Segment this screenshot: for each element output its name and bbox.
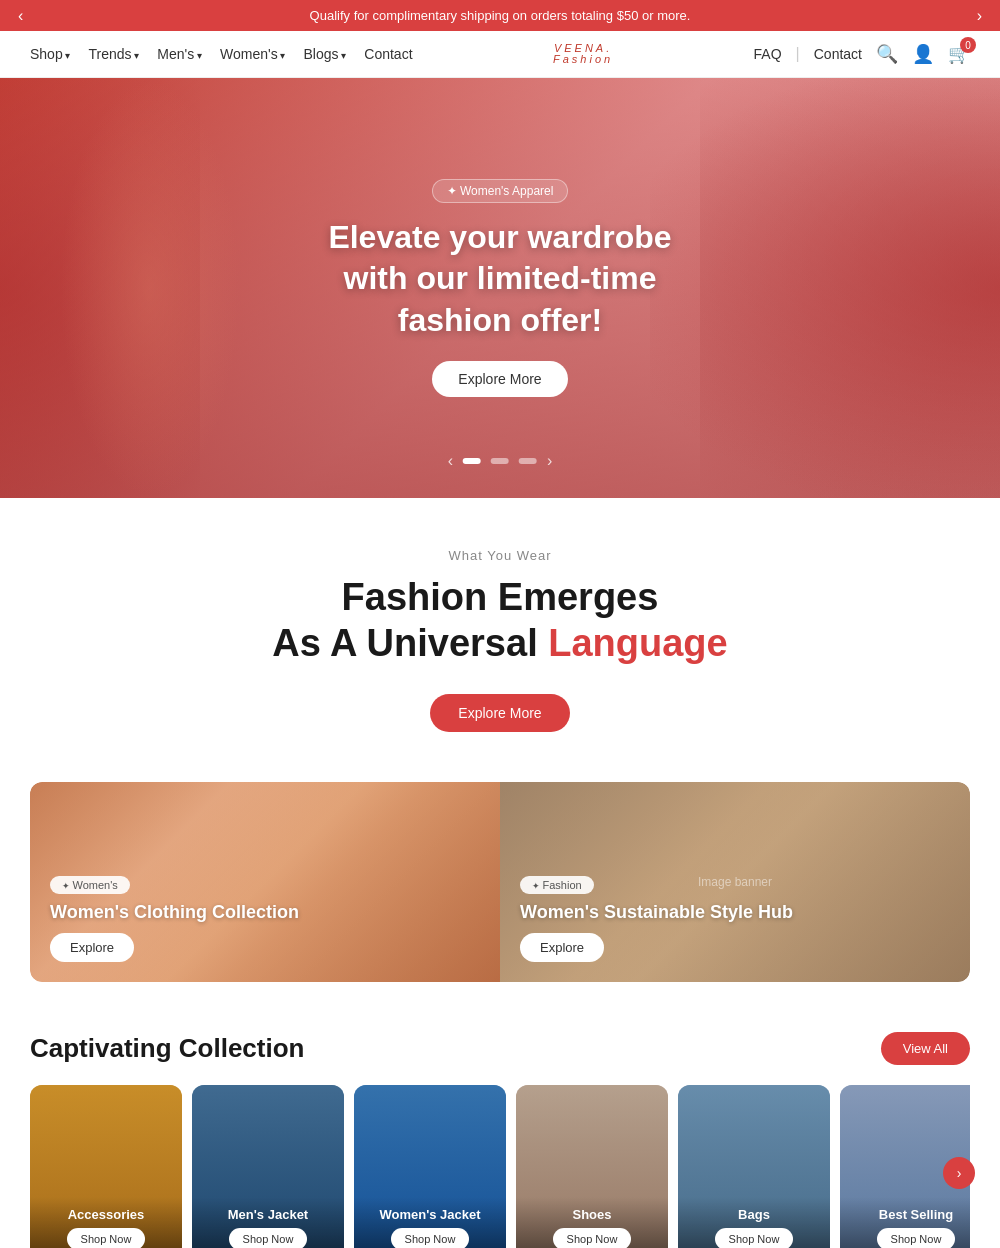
slider-dot-2[interactable]	[491, 458, 509, 464]
nav-left: Shop Trends Men's Women's Blogs Contact	[30, 46, 413, 62]
slider-prev-button[interactable]: ‹	[448, 452, 453, 470]
collection-grid: Accessories Shop Now Men's Jacket Shop N…	[30, 1085, 970, 1248]
slider-next-button[interactable]: ›	[547, 452, 552, 470]
collection-name-1: Accessories	[40, 1207, 172, 1222]
nav-shop[interactable]: Shop	[30, 46, 70, 62]
collection-shop-button-4[interactable]: Shop Now	[553, 1228, 632, 1248]
collection-overlay-1: Accessories Shop Now	[30, 1197, 182, 1248]
collection-overlay-3: Women's Jacket Shop Now	[354, 1197, 506, 1248]
banner-tag-1: Women's	[50, 876, 130, 894]
list-item[interactable]: Accessories Shop Now	[30, 1085, 182, 1248]
banner-tag-2: Fashion	[520, 876, 594, 894]
collection-name-4: Shoes	[526, 1207, 658, 1222]
fashion-explore-button[interactable]: Explore More	[430, 694, 569, 732]
list-item[interactable]: Men's Jacket Shop Now	[192, 1085, 344, 1248]
collection-shop-button-3[interactable]: Shop Now	[391, 1228, 470, 1248]
faq-link[interactable]: FAQ	[754, 46, 782, 62]
collection-overlay-2: Men's Jacket Shop Now	[192, 1197, 344, 1248]
collection-overlay-4: Shoes Shop Now	[516, 1197, 668, 1248]
nav-blogs[interactable]: Blogs	[303, 46, 346, 62]
search-button[interactable]: 🔍	[876, 43, 898, 65]
contact-link[interactable]: Contact	[814, 46, 862, 62]
slider-controls: ‹ ›	[448, 452, 553, 470]
nav-right: FAQ | Contact 🔍 👤 🛒 0	[754, 43, 970, 65]
hero-content: Women's Apparel Elevate your wardrobewit…	[328, 179, 671, 398]
banner-content-2: Fashion Women's Sustainable Style Hub Ex…	[520, 875, 793, 962]
collection-shop-button-5[interactable]: Shop Now	[715, 1228, 794, 1248]
slider-dot-3[interactable]	[519, 458, 537, 464]
nav-trends[interactable]: Trends	[88, 46, 139, 62]
banner-item-2[interactable]: Image banner Fashion Women's Sustainable…	[500, 782, 970, 982]
hero-badge: Women's Apparel	[432, 179, 569, 203]
collection-shop-button-1[interactable]: Shop Now	[67, 1228, 146, 1248]
collection-section: Captivating Collection View All Accessor…	[0, 1002, 1000, 1248]
top-banner: ‹ Qualify for complimentary shipping on …	[0, 0, 1000, 31]
header: Shop Trends Men's Women's Blogs Contact …	[0, 31, 1000, 78]
collection-name-5: Bags	[688, 1207, 820, 1222]
cart-button[interactable]: 🛒 0	[948, 43, 970, 65]
fashion-subtitle: What You Wear	[40, 548, 960, 563]
logo: VEENA. Fashion	[553, 43, 613, 65]
list-item[interactable]: Shoes Shop Now	[516, 1085, 668, 1248]
collection-name-2: Men's Jacket	[202, 1207, 334, 1222]
collection-header: Captivating Collection View All	[30, 1032, 970, 1065]
nav-divider: |	[796, 45, 800, 63]
hero-title: Elevate your wardrobewith our limited-ti…	[328, 217, 671, 342]
banner-item-1[interactable]: Women's Women's Clothing Collection Expl…	[30, 782, 500, 982]
slider-dot-1[interactable]	[463, 458, 481, 464]
collection-next-button[interactable]: ›	[943, 1157, 975, 1189]
banner-prev-button[interactable]: ‹	[10, 3, 31, 29]
collection-overlay-6: Best Selling Shop Now	[840, 1197, 970, 1248]
banner-text: Qualify for complimentary shipping on or…	[310, 8, 691, 23]
list-item[interactable]: Women's Jacket Shop Now	[354, 1085, 506, 1248]
collection-overlay-5: Bags Shop Now	[678, 1197, 830, 1248]
account-button[interactable]: 👤	[912, 43, 934, 65]
list-item[interactable]: Bags Shop Now	[678, 1085, 830, 1248]
collection-name-6: Best Selling	[850, 1207, 970, 1222]
banner-title-1: Women's Clothing Collection	[50, 902, 299, 923]
collection-shop-button-6[interactable]: Shop Now	[877, 1228, 956, 1248]
collection-shop-button-2[interactable]: Shop Now	[229, 1228, 308, 1248]
banner-explore-button-2[interactable]: Explore	[520, 933, 604, 962]
banner-explore-button-1[interactable]: Explore	[50, 933, 134, 962]
nav-contact[interactable]: Contact	[364, 46, 412, 62]
fashion-section: What You Wear Fashion Emerges As A Unive…	[0, 498, 1000, 762]
banner-content-1: Women's Women's Clothing Collection Expl…	[50, 875, 299, 962]
nav-mens[interactable]: Men's	[157, 46, 202, 62]
collection-title: Captivating Collection	[30, 1033, 304, 1064]
collection-name-3: Women's Jacket	[364, 1207, 496, 1222]
view-all-button[interactable]: View All	[881, 1032, 970, 1065]
nav-womens[interactable]: Women's	[220, 46, 285, 62]
banner-next-button[interactable]: ›	[969, 3, 990, 29]
hero-explore-button[interactable]: Explore More	[432, 361, 567, 397]
fashion-title: Fashion Emerges As A Universal Language	[40, 575, 960, 666]
cart-badge: 0	[960, 37, 976, 53]
banner-grid: Women's Women's Clothing Collection Expl…	[30, 782, 970, 982]
hero-slider: Women's Apparel Elevate your wardrobewit…	[0, 78, 1000, 498]
banner-title-2: Women's Sustainable Style Hub	[520, 902, 793, 923]
